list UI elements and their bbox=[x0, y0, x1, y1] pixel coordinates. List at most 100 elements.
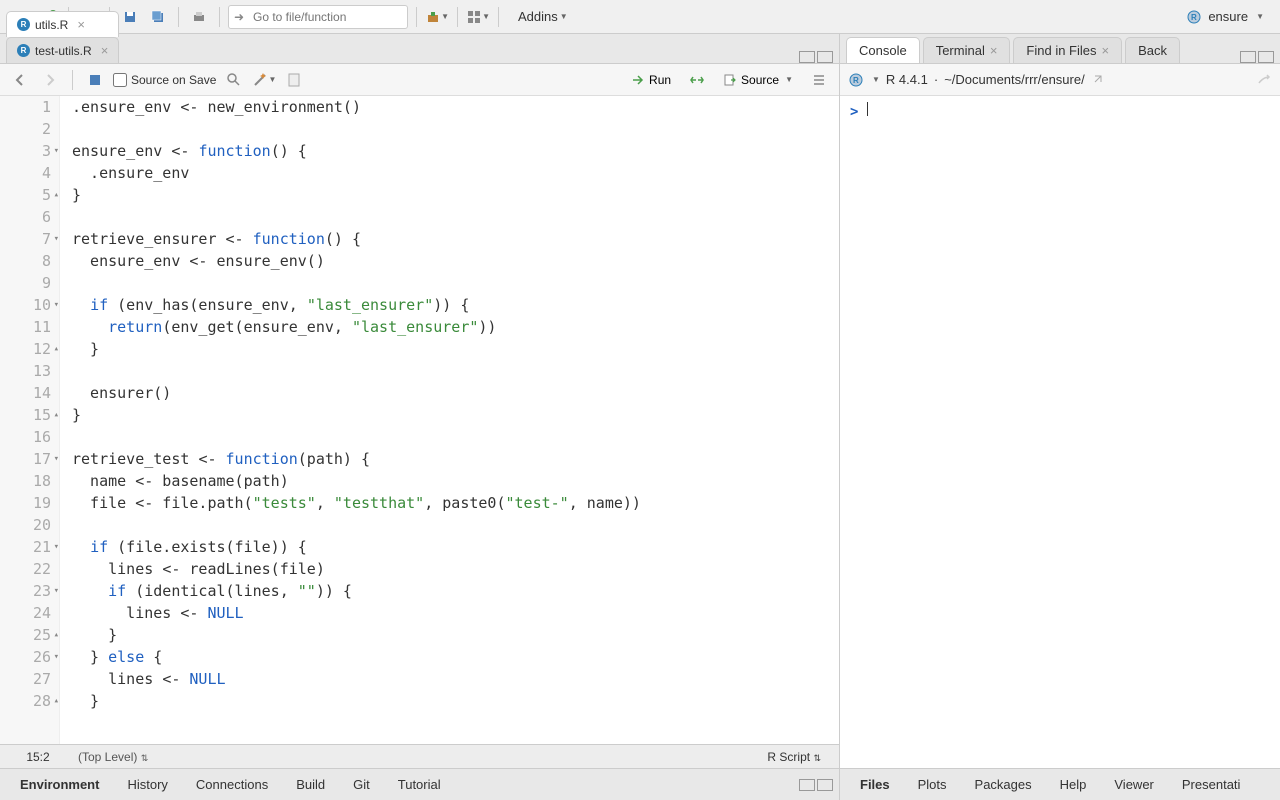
gutter-line[interactable]: 15▴ bbox=[0, 404, 51, 426]
fold-marker-icon[interactable]: ▾ bbox=[54, 536, 59, 558]
code-line[interactable]: retrieve_ensurer <- function() { bbox=[72, 228, 839, 250]
tools-button[interactable]: ▼ bbox=[425, 5, 449, 29]
code-line[interactable]: if (env_has(ensure_env, "last_ensurer"))… bbox=[72, 294, 839, 316]
project-selector[interactable]: R ensure ▼ bbox=[1178, 6, 1272, 28]
code-line[interactable]: } bbox=[72, 690, 839, 712]
goto-input[interactable] bbox=[228, 5, 408, 29]
gutter-line[interactable]: 5▴ bbox=[0, 184, 51, 206]
fold-marker-icon[interactable]: ▾ bbox=[54, 140, 59, 162]
save-doc-button[interactable] bbox=[83, 68, 107, 92]
gutter-line[interactable]: 3▾ bbox=[0, 140, 51, 162]
close-icon[interactable]: × bbox=[990, 43, 998, 58]
code-line[interactable] bbox=[72, 272, 839, 294]
source-on-save-input[interactable] bbox=[113, 73, 127, 87]
gutter-line[interactable]: 26▾ bbox=[0, 646, 51, 668]
outline-button[interactable] bbox=[807, 68, 831, 92]
run-button[interactable]: Run bbox=[623, 70, 679, 90]
scope-indicator[interactable]: (Top Level) ⇅ bbox=[68, 750, 767, 764]
maximize-pane-button[interactable] bbox=[817, 51, 833, 63]
pane-tab-viewer[interactable]: Viewer bbox=[1100, 771, 1168, 798]
code-line[interactable]: name <- basename(path) bbox=[72, 470, 839, 492]
console-tab-console[interactable]: Console bbox=[846, 37, 920, 63]
compile-report-button[interactable] bbox=[282, 68, 306, 92]
file-type-indicator[interactable]: R Script ⇅ bbox=[767, 750, 831, 764]
code-line[interactable]: } bbox=[72, 624, 839, 646]
pane-tab-build[interactable]: Build bbox=[282, 771, 339, 798]
code-line[interactable] bbox=[72, 514, 839, 536]
fold-marker-icon[interactable]: ▾ bbox=[54, 294, 59, 316]
gutter-line[interactable]: 2 bbox=[0, 118, 51, 140]
gutter-line[interactable]: 20 bbox=[0, 514, 51, 536]
gutter-line[interactable]: 22 bbox=[0, 558, 51, 580]
panes-button[interactable]: ▼ bbox=[466, 5, 490, 29]
pane-tab-git[interactable]: Git bbox=[339, 771, 384, 798]
nav-back-button[interactable] bbox=[8, 68, 32, 92]
gutter-line[interactable]: 13 bbox=[0, 360, 51, 382]
code-line[interactable] bbox=[72, 118, 839, 140]
gutter-line[interactable]: 9 bbox=[0, 272, 51, 294]
maximize-pane-button[interactable] bbox=[1258, 51, 1274, 63]
minimize-pane-button[interactable] bbox=[799, 51, 815, 63]
code-line[interactable]: retrieve_test <- function(path) { bbox=[72, 448, 839, 470]
gutter-line[interactable]: 4 bbox=[0, 162, 51, 184]
code-tools-button[interactable]: ▼ bbox=[252, 68, 276, 92]
pane-tab-presentati[interactable]: Presentati bbox=[1168, 771, 1255, 798]
code-line[interactable]: if (identical(lines, "")) { bbox=[72, 580, 839, 602]
fold-marker-icon[interactable]: ▴ bbox=[54, 184, 59, 206]
pane-tab-tutorial[interactable]: Tutorial bbox=[384, 771, 455, 798]
code-line[interactable]: ensure_env <- ensure_env() bbox=[72, 250, 839, 272]
gutter-line[interactable]: 21▾ bbox=[0, 536, 51, 558]
code-line[interactable]: .ensure_env bbox=[72, 162, 839, 184]
code-line[interactable] bbox=[72, 360, 839, 382]
fold-marker-icon[interactable]: ▾ bbox=[54, 646, 59, 668]
console-output[interactable]: > bbox=[840, 96, 1280, 768]
popout-icon[interactable] bbox=[1091, 74, 1103, 86]
fold-marker-icon[interactable]: ▴ bbox=[54, 404, 59, 426]
addins-button[interactable]: Addins ▼ bbox=[507, 5, 579, 28]
gutter-line[interactable]: 11 bbox=[0, 316, 51, 338]
code-line[interactable]: } bbox=[72, 184, 839, 206]
editor-tab[interactable]: Rtest-utils.R× bbox=[6, 37, 119, 63]
gutter-line[interactable]: 7▾ bbox=[0, 228, 51, 250]
code-line[interactable] bbox=[72, 206, 839, 228]
gutter-line[interactable]: 1 bbox=[0, 96, 51, 118]
gutter-line[interactable]: 25▴ bbox=[0, 624, 51, 646]
minimize-pane-button[interactable] bbox=[799, 779, 815, 791]
fold-marker-icon[interactable]: ▴ bbox=[54, 624, 59, 646]
code-line[interactable]: lines <- NULL bbox=[72, 668, 839, 690]
pane-tab-plots[interactable]: Plots bbox=[904, 771, 961, 798]
code-line[interactable]: file <- file.path("tests", "testthat", p… bbox=[72, 492, 839, 514]
save-all-button[interactable] bbox=[146, 5, 170, 29]
minimize-pane-button[interactable] bbox=[1240, 51, 1256, 63]
code-line[interactable]: } bbox=[72, 404, 839, 426]
gutter-line[interactable]: 14 bbox=[0, 382, 51, 404]
close-icon[interactable]: × bbox=[101, 43, 109, 58]
pane-tab-connections[interactable]: Connections bbox=[182, 771, 282, 798]
pane-tab-packages[interactable]: Packages bbox=[961, 771, 1046, 798]
gutter-line[interactable]: 24 bbox=[0, 602, 51, 624]
console-tab-terminal[interactable]: Terminal × bbox=[923, 37, 1011, 63]
gutter-line[interactable]: 10▾ bbox=[0, 294, 51, 316]
code-line[interactable]: .ensure_env <- new_environment() bbox=[72, 96, 839, 118]
clear-console-icon[interactable] bbox=[1256, 73, 1272, 87]
gutter-line[interactable]: 17▾ bbox=[0, 448, 51, 470]
code-line[interactable]: ensure_env <- function() { bbox=[72, 140, 839, 162]
find-button[interactable] bbox=[222, 68, 246, 92]
code-line[interactable]: } else { bbox=[72, 646, 839, 668]
gutter-line[interactable]: 18 bbox=[0, 470, 51, 492]
nav-forward-button[interactable] bbox=[38, 68, 62, 92]
gutter-line[interactable]: 8 bbox=[0, 250, 51, 272]
close-icon[interactable]: × bbox=[77, 17, 85, 32]
pane-tab-files[interactable]: Files bbox=[846, 771, 904, 798]
code-line[interactable]: ensurer() bbox=[72, 382, 839, 404]
code-line[interactable]: lines <- NULL bbox=[72, 602, 839, 624]
source-on-save-checkbox[interactable]: Source on Save bbox=[113, 73, 216, 87]
rerun-button[interactable] bbox=[685, 68, 709, 92]
console-tab-back[interactable]: Back bbox=[1125, 37, 1180, 63]
fold-marker-icon[interactable]: ▾ bbox=[54, 448, 59, 470]
gutter-line[interactable]: 16 bbox=[0, 426, 51, 448]
gutter-line[interactable]: 6 bbox=[0, 206, 51, 228]
maximize-pane-button[interactable] bbox=[817, 779, 833, 791]
pane-tab-help[interactable]: Help bbox=[1046, 771, 1101, 798]
gutter-line[interactable]: 19 bbox=[0, 492, 51, 514]
